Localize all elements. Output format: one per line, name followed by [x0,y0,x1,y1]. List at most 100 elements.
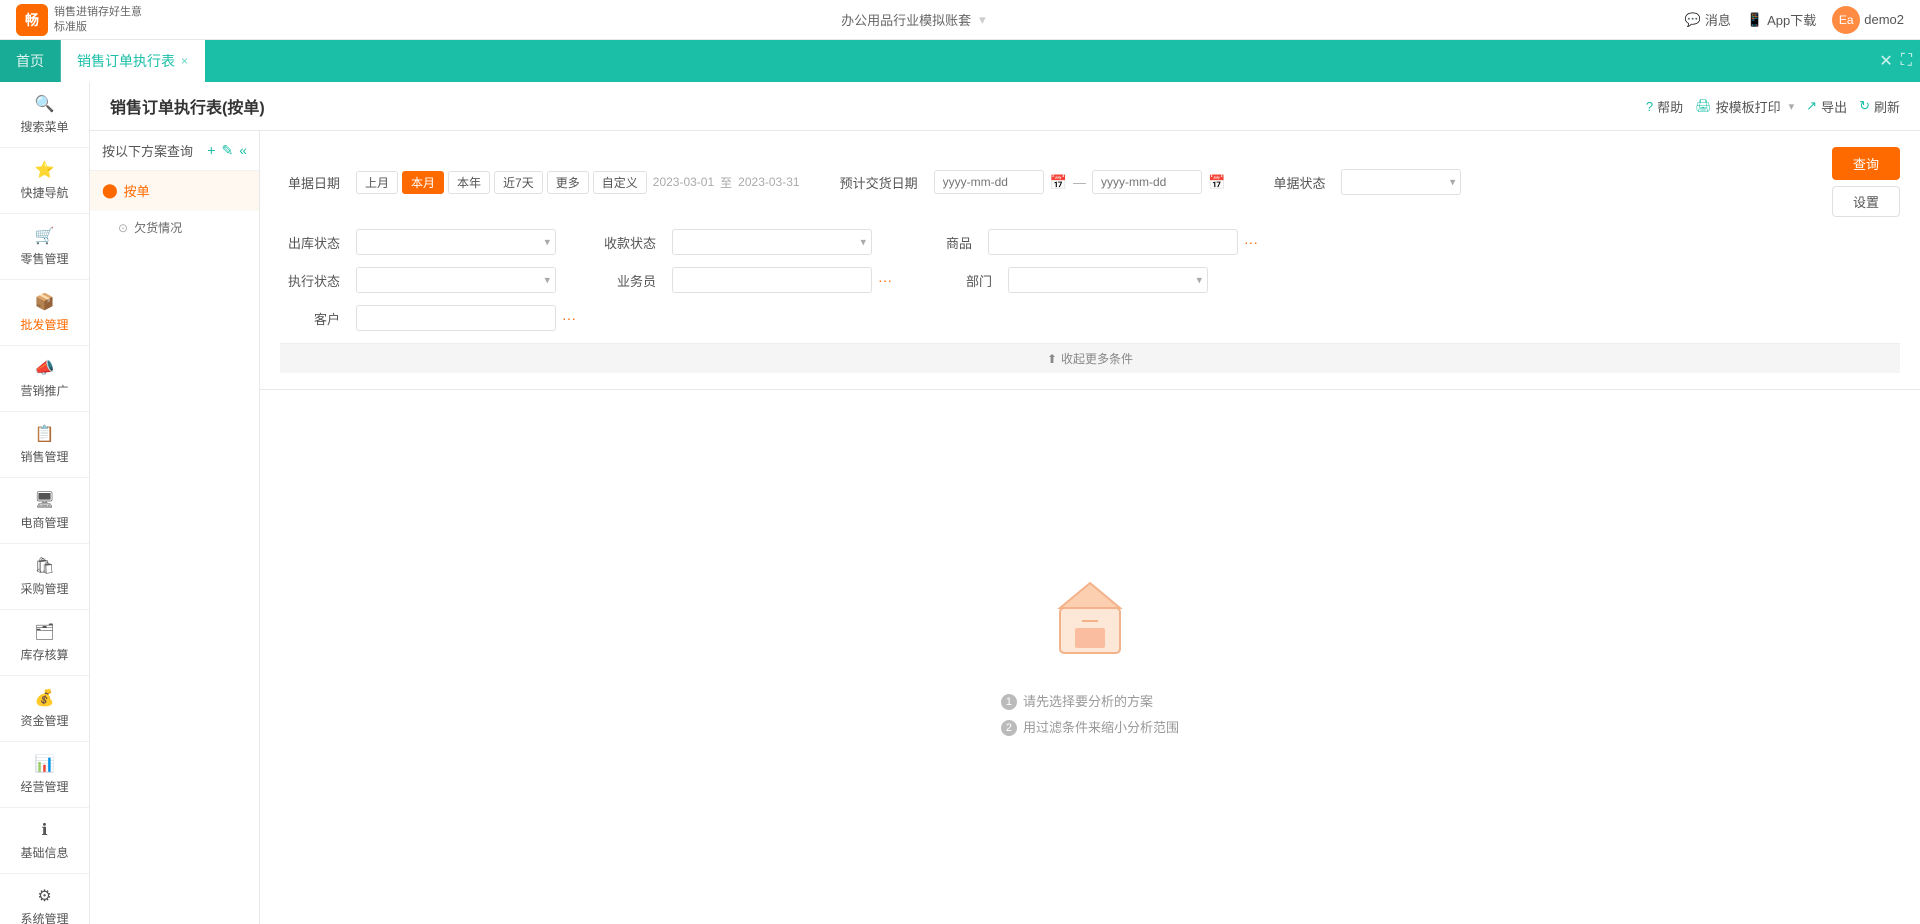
date-btn-more[interactable]: 更多 [547,171,589,194]
sidebar-item-inventory[interactable]: 🗂 库存核算 [0,610,89,676]
main-layout: 🔍 搜索菜单 ⭐ 快捷导航 🛒 零售管理 📦 批发管理 📣 营销推广 📋 销售管… [0,82,1920,924]
calendar-start-icon[interactable]: 📅 [1050,174,1067,191]
page-actions: ? 帮助 🖨 按模板打印 ▾ ↗ 导出 ↻ 刷新 [1646,97,1900,116]
sidebar-item-system[interactable]: ⚙ 系统管理 [0,874,89,924]
delivery-control [356,229,556,255]
sidebar-item-purchase[interactable]: 🛍 采购管理 [0,544,89,610]
right-content: 单据日期 上月 本月 本年 近7天 更多 自定义 2023- [260,131,1920,924]
empty-tip-1: 1 请先选择要分析的方案 [1001,689,1179,715]
sidebar-item-retail[interactable]: 🛒 零售管理 [0,214,89,280]
collapse-more-btn[interactable]: ⬆ 收起更多条件 [280,343,1900,373]
tab-active[interactable]: 销售订单执行表 × [61,40,205,82]
basic-icon: ℹ [41,820,47,840]
salesman-label: 业务员 [596,271,656,290]
goods-label: 商品 [912,233,972,252]
sidebar-item-quick-nav[interactable]: ⭐ 快捷导航 [0,148,89,214]
search-btn[interactable]: 查询 [1832,147,1900,180]
goods-more-btn[interactable]: ··· [1244,234,1258,250]
salesman-input[interactable] [672,267,872,293]
export-icon: ↗ [1806,98,1817,114]
print-dropdown-arrow: ▾ [1789,100,1795,113]
app-download-btn[interactable]: 📱 App下载 [1747,10,1816,29]
empty-state: 1 请先选择要分析的方案 2 用过滤条件来缩小分析范围 [260,390,1920,924]
sidebar-item-operation[interactable]: 📊 经营管理 [0,742,89,808]
sidebar-item-basic[interactable]: ℹ 基础信息 [0,808,89,874]
scheme-subitem-欠货情况[interactable]: ⊙ 欠货情况 [90,211,259,244]
payment-control [672,229,872,255]
filter-row-3: 执行状态 业务员 ··· [280,267,1900,293]
top-bar: 畅 销售进销存好生意 标准版 办公用品行业模拟账套 ▾ 💬 消息 📱 App下载… [0,0,1920,40]
tab-maximize-btn[interactable]: ⛶ [1901,52,1912,70]
scheme-add-btn[interactable]: + [207,142,215,159]
breadcrumb-divider: ▾ [979,12,986,28]
scheme-edit-btn[interactable]: ✎ [221,142,233,159]
page-title: 销售订单执行表(按单) [110,94,265,118]
user-area[interactable]: Ea demo2 [1832,6,1904,34]
delivery-select[interactable] [356,229,556,255]
help-btn[interactable]: ? 帮助 [1646,97,1683,116]
expected-date-start-input[interactable] [934,170,1044,194]
dept-control [1008,267,1208,293]
salesman-more-btn[interactable]: ··· [878,272,892,288]
payment-select[interactable] [672,229,872,255]
exec-select-wrapper [356,267,556,293]
customer-more-btn[interactable]: ··· [562,310,576,326]
app-logo-icon: 畅 [16,4,48,36]
date-btn-7days[interactable]: 近7天 [494,171,543,194]
finance-icon: 💰 [35,688,55,708]
expected-date-end-input[interactable] [1092,170,1202,194]
filter-area: 单据日期 上月 本月 本年 近7天 更多 自定义 2023- [260,131,1920,390]
top-bar-right: 💬 消息 📱 App下载 Ea demo2 [1685,6,1904,34]
delivery-select-wrapper [356,229,556,255]
sidebar-item-search[interactable]: 🔍 搜索菜单 [0,82,89,148]
status-select[interactable] [1341,169,1461,195]
message-btn[interactable]: 💬 消息 [1685,10,1731,29]
left-panel-header: 按以下方案查询 + ✎ « [90,131,259,171]
date-btn-custom[interactable]: 自定义 [593,171,647,194]
scheme-active-icon: ⬤ [102,182,118,199]
goods-input[interactable] [988,229,1238,255]
logo-area: 畅 销售进销存好生意 标准版 [16,4,142,36]
sidebar-item-finance[interactable]: 💰 资金管理 [0,676,89,742]
tab-close-icon[interactable]: × [181,54,188,68]
avatar: Ea [1832,6,1860,34]
tab-close-window-btn[interactable]: ✕ [1879,51,1892,71]
ecommerce-icon: 🖥 [34,490,54,510]
dept-select-wrapper [1008,267,1208,293]
empty-tips: 1 请先选择要分析的方案 2 用过滤条件来缩小分析范围 [1001,689,1179,741]
sidebar-item-ecommerce[interactable]: 🖥 电商管理 [0,478,89,544]
app-logo-text: 销售进销存好生意 标准版 [54,5,142,34]
date-btn-this-month[interactable]: 本月 [402,171,444,194]
date-range: 2023-03-01 至 2023-03-31 [653,174,800,191]
goods-control: ··· [988,229,1258,255]
customer-control: ··· [356,305,576,331]
tab-home[interactable]: 首页 [0,40,61,82]
sidebar-item-marketing[interactable]: 📣 营销推广 [0,346,89,412]
export-btn[interactable]: ↗ 导出 [1806,97,1847,116]
setting-btn[interactable]: 设置 [1832,186,1900,217]
salesman-control: ··· [672,267,892,293]
print-btn[interactable]: 🖨 按模板打印 ▾ [1695,97,1794,116]
customer-input[interactable] [356,305,556,331]
scheme-collapse-btn[interactable]: « [239,142,247,159]
operation-icon: 📊 [35,754,55,774]
filter-row-2: 出库状态 收款状态 [280,229,1900,255]
filter-row-1: 单据日期 上月 本月 本年 近7天 更多 自定义 2023- [280,147,1900,217]
search-btn-area: 查询 设置 [1832,147,1900,217]
date-btn-this-year[interactable]: 本年 [448,171,490,194]
dept-select[interactable] [1008,267,1208,293]
calendar-end-icon[interactable]: 📅 [1208,174,1225,191]
empty-illustration [1040,573,1140,673]
breadcrumb: 办公用品行业模拟账套 ▾ [841,10,986,29]
status-control [1341,169,1461,195]
scheme-item-按单[interactable]: ⬤ 按单 [90,171,259,211]
exec-control [356,267,556,293]
sidebar-item-wholesale[interactable]: 📦 批发管理 [0,280,89,346]
empty-tip-2: 2 用过滤条件来缩小分析范围 [1001,715,1179,741]
sidebar-item-sales[interactable]: 📋 销售管理 [0,412,89,478]
dept-label: 部门 [932,271,992,290]
exec-select[interactable] [356,267,556,293]
date-btn-last-month[interactable]: 上月 [356,171,398,194]
refresh-btn[interactable]: ↻ 刷新 [1859,97,1900,116]
expected-date-control: 📅 — 📅 [934,170,1226,194]
